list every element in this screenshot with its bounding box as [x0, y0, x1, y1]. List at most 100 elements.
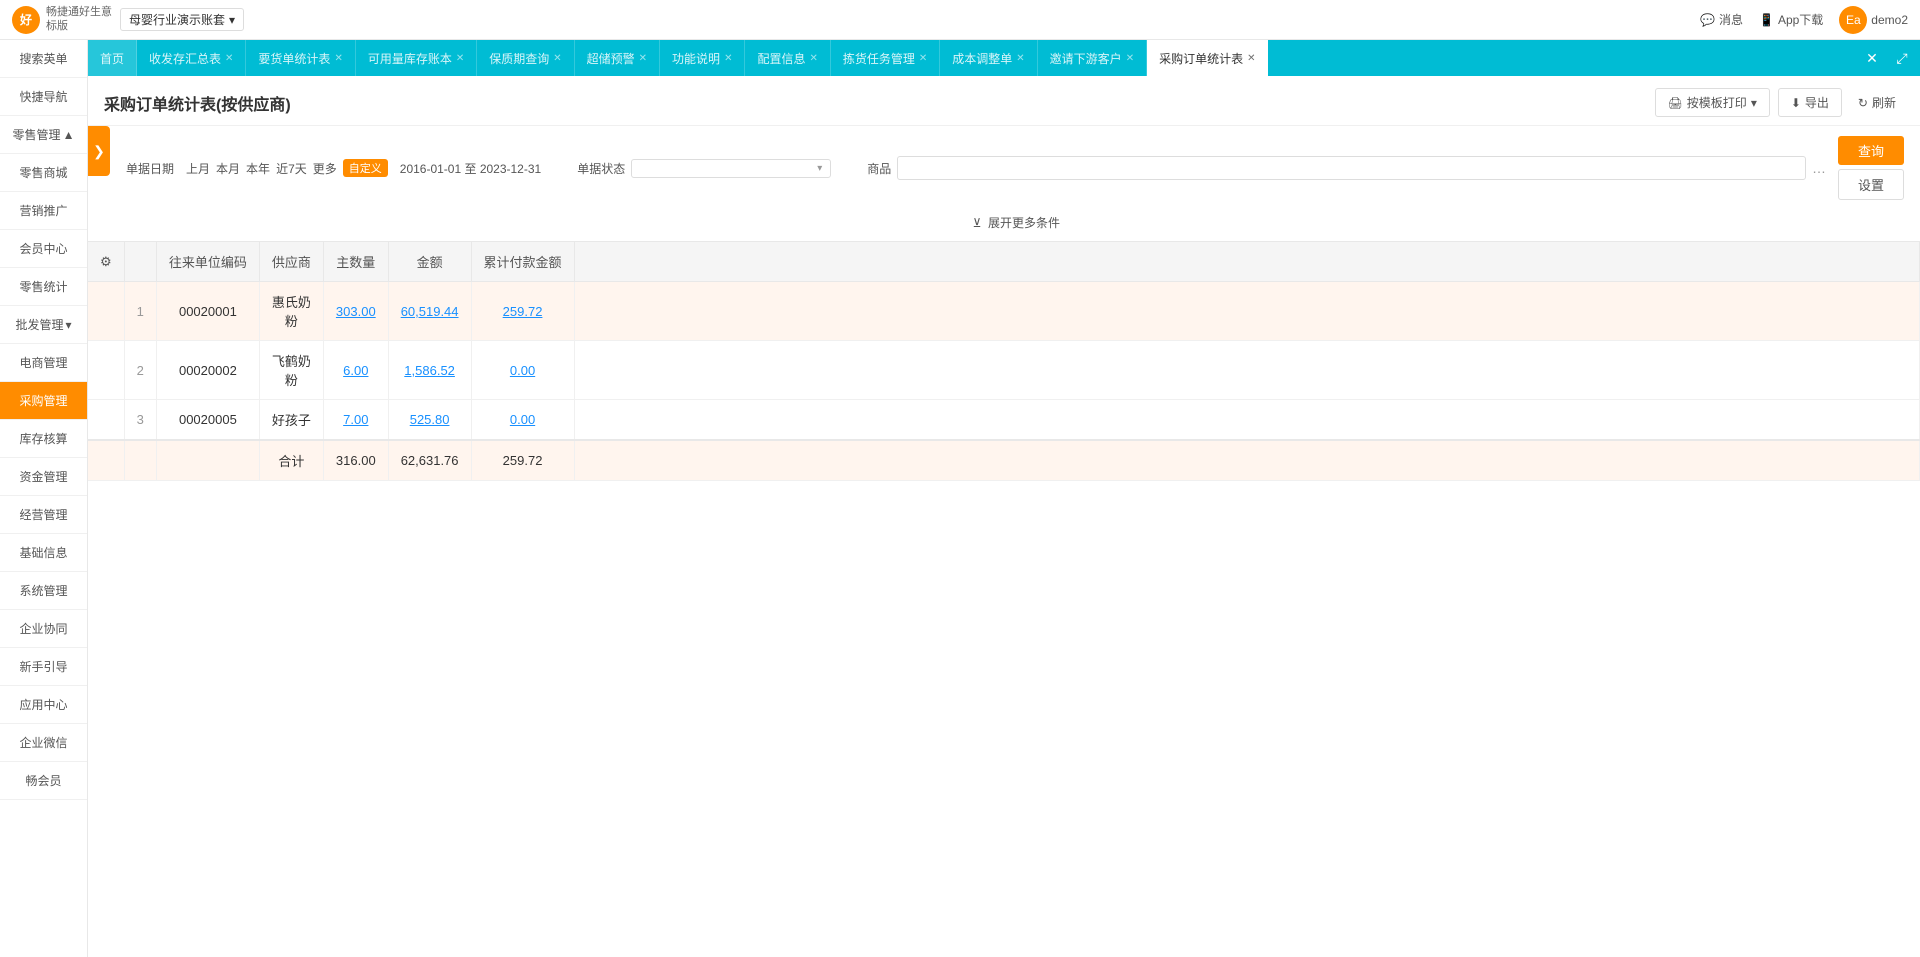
shortcut-this-year[interactable]: 本年 — [246, 160, 270, 177]
refresh-label: 刷新 — [1872, 94, 1896, 111]
tab-overstock[interactable]: 超储预警 ✕ — [575, 40, 660, 76]
tab-close-button[interactable]: ✕ — [1858, 44, 1886, 72]
tab-close-icon[interactable]: ✕ — [553, 53, 561, 64]
user-avatar: Ea — [1839, 6, 1867, 34]
tab-close-icon[interactable]: ✕ — [639, 53, 647, 64]
sidebar-item-label: 电商管理 — [4, 354, 83, 371]
settings-button[interactable]: 设置 — [1838, 169, 1904, 200]
sidebar-item-enterprise[interactable]: 企业协同 — [0, 610, 87, 648]
expand-icon: ▾ — [65, 318, 71, 332]
tab-label: 成本调整单 — [952, 50, 1012, 67]
tab-home[interactable]: 首页 — [88, 40, 137, 76]
td-paid-amount[interactable]: 0.00 — [471, 400, 574, 441]
td-paid-amount[interactable]: 0.00 — [471, 341, 574, 400]
filter-row-1: 单据日期 上月 本月 本年 近7天 更多 自定义 2016-01-01 至 20… — [126, 136, 1904, 200]
sidebar-item-sys-mgmt[interactable]: 系统管理 — [0, 572, 87, 610]
sidebar-item-retail-mgmt[interactable]: 零售管理 ▲ — [0, 116, 87, 154]
filter-toggle-button[interactable]: ❯ — [88, 126, 110, 176]
sidebar-item-app-center[interactable]: 应用中心 — [0, 686, 87, 724]
td-amount[interactable]: 525.80 — [388, 400, 471, 441]
tab-function-guide[interactable]: 功能说明 ✕ — [660, 40, 745, 76]
td-amount[interactable]: 60,519.44 — [388, 282, 471, 341]
tab-cost-adjust[interactable]: 成本调整单 ✕ — [940, 40, 1037, 76]
status-select[interactable]: ▾ — [631, 159, 831, 178]
sidebar-item-member-center[interactable]: 会员中心 — [0, 230, 87, 268]
td-unit-code: 00020002 — [156, 341, 259, 400]
sidebar-item-basic-info[interactable]: 基础信息 — [0, 534, 87, 572]
tab-config[interactable]: 配置信息 ✕ — [745, 40, 830, 76]
goods-more-icon[interactable]: … — [1812, 160, 1826, 176]
sidebar-item-wechat[interactable]: 企业微信 — [0, 724, 87, 762]
tab-close-icon[interactable]: ✕ — [1126, 53, 1134, 64]
tab-close-icon[interactable]: ✕ — [456, 53, 464, 64]
logo-area: 好 畅捷通好生意 标版 — [12, 6, 112, 34]
table-row: 3 00020005 好孩子 7.00 525.80 0.00 — [88, 400, 1920, 441]
sidebar-item-ops-mgmt[interactable]: 经营管理 — [0, 496, 87, 534]
tab-receive-send[interactable]: 收发存汇总表 ✕ — [137, 40, 246, 76]
table-row: 1 00020001 惠氏奶粉 303.00 60,519.44 259.72 — [88, 282, 1920, 341]
export-button[interactable]: ⬇ 导出 — [1778, 88, 1842, 117]
app-download-action[interactable]: 📱 App下载 — [1759, 11, 1823, 28]
main-layout: 搜索英单 快捷导航 零售管理 ▲ 零售商城 营销推广 会员中心 零售统计 批发管… — [0, 40, 1920, 957]
tab-inventory-ledger[interactable]: 可用量库存账本 ✕ — [356, 40, 477, 76]
td-main-qty[interactable]: 7.00 — [323, 400, 388, 441]
sidebar-item-batch-mgmt[interactable]: 批发管理 ▾ — [0, 306, 87, 344]
workspace-arrow: ▾ — [229, 13, 235, 27]
td-amount[interactable]: 1,586.52 — [388, 341, 471, 400]
tab-label: 采购订单统计表 — [1159, 50, 1243, 67]
shortcut-more[interactable]: 更多 — [313, 160, 337, 177]
td-unit-code: 00020001 — [156, 282, 259, 341]
refresh-icon: ↻ — [1858, 96, 1868, 110]
page-header: 采购订单统计表(按供应商) 🖨 按模板打印 ▾ ⬇ 导出 ↻ 刷新 — [88, 76, 1920, 126]
shortcut-7days[interactable]: 近7天 — [276, 160, 307, 177]
tab-purchase-order-stats[interactable]: 采购订单统计表 ✕ — [1147, 40, 1268, 76]
sidebar-item-label: 零售商城 — [4, 164, 83, 181]
td-main-qty[interactable]: 6.00 — [323, 341, 388, 400]
tab-expiry-query[interactable]: 保质期查询 ✕ — [477, 40, 574, 76]
workspace-selector[interactable]: 母婴行业演示账套 ▾ — [120, 8, 244, 31]
sidebar-item-new-guide[interactable]: 新手引导 — [0, 648, 87, 686]
footer-total-label: 合计 — [259, 440, 323, 481]
sidebar-item-label: 企业协同 — [4, 620, 83, 637]
sidebar-item-quick-nav[interactable]: 快捷导航 — [0, 78, 87, 116]
shortcut-this-month[interactable]: 本月 — [216, 160, 240, 177]
th-index — [124, 242, 156, 282]
sidebar-item-retail-mall[interactable]: 零售商城 — [0, 154, 87, 192]
sidebar-item-marketing[interactable]: 营销推广 — [0, 192, 87, 230]
query-button[interactable]: 查询 — [1838, 136, 1904, 165]
sidebar: 搜索英单 快捷导航 零售管理 ▲ 零售商城 营销推广 会员中心 零售统计 批发管… — [0, 40, 88, 957]
print-button[interactable]: 🖨 按模板打印 ▾ — [1655, 88, 1770, 117]
tab-order-stats[interactable]: 要货单统计表 ✕ — [246, 40, 355, 76]
sidebar-item-finance[interactable]: 资金管理 — [0, 458, 87, 496]
sidebar-item-search[interactable]: 搜索英单 — [0, 40, 87, 78]
tab-maximize-button[interactable]: ⤢ — [1888, 44, 1916, 72]
tab-close-icon[interactable]: ✕ — [334, 53, 342, 64]
refresh-button[interactable]: ↻ 刷新 — [1850, 89, 1904, 116]
message-action[interactable]: 💬 消息 — [1700, 11, 1743, 28]
tab-label: 配置信息 — [757, 50, 805, 67]
tab-close-icon[interactable]: ✕ — [809, 53, 817, 64]
tab-close-icon[interactable]: ✕ — [724, 53, 732, 64]
custom-date-badge[interactable]: 自定义 — [343, 159, 388, 177]
sidebar-item-retail-stats[interactable]: 零售统计 — [0, 268, 87, 306]
tab-invite-downstream[interactable]: 邀请下游客户 ✕ — [1038, 40, 1147, 76]
user-area[interactable]: Ea demo2 — [1839, 6, 1908, 34]
sidebar-item-purchase-mgmt[interactable]: 采购管理 — [0, 382, 87, 420]
tab-pick-task[interactable]: 拣货任务管理 ✕ — [831, 40, 940, 76]
expand-button[interactable]: ⊻ 展开更多条件 — [970, 214, 1060, 231]
tab-close-icon[interactable]: ✕ — [919, 53, 927, 64]
sidebar-item-label: 经营管理 — [4, 506, 83, 523]
date-range-display: 2016-01-01 至 2023-12-31 — [400, 160, 541, 177]
td-main-qty[interactable]: 303.00 — [323, 282, 388, 341]
goods-input[interactable] — [897, 156, 1806, 180]
td-paid-amount[interactable]: 259.72 — [471, 282, 574, 341]
sidebar-item-ecom-mgmt[interactable]: 电商管理 — [0, 344, 87, 382]
sidebar-item-label: 畅会员 — [4, 772, 83, 789]
sidebar-item-vip[interactable]: 畅会员 — [0, 762, 87, 800]
footer-spacer — [574, 440, 1919, 481]
tab-close-icon[interactable]: ✕ — [1247, 53, 1255, 64]
sidebar-item-inventory[interactable]: 库存核算 — [0, 420, 87, 458]
shortcut-prev-month[interactable]: 上月 — [186, 160, 210, 177]
tab-close-icon[interactable]: ✕ — [1016, 53, 1024, 64]
tab-close-icon[interactable]: ✕ — [225, 53, 233, 64]
